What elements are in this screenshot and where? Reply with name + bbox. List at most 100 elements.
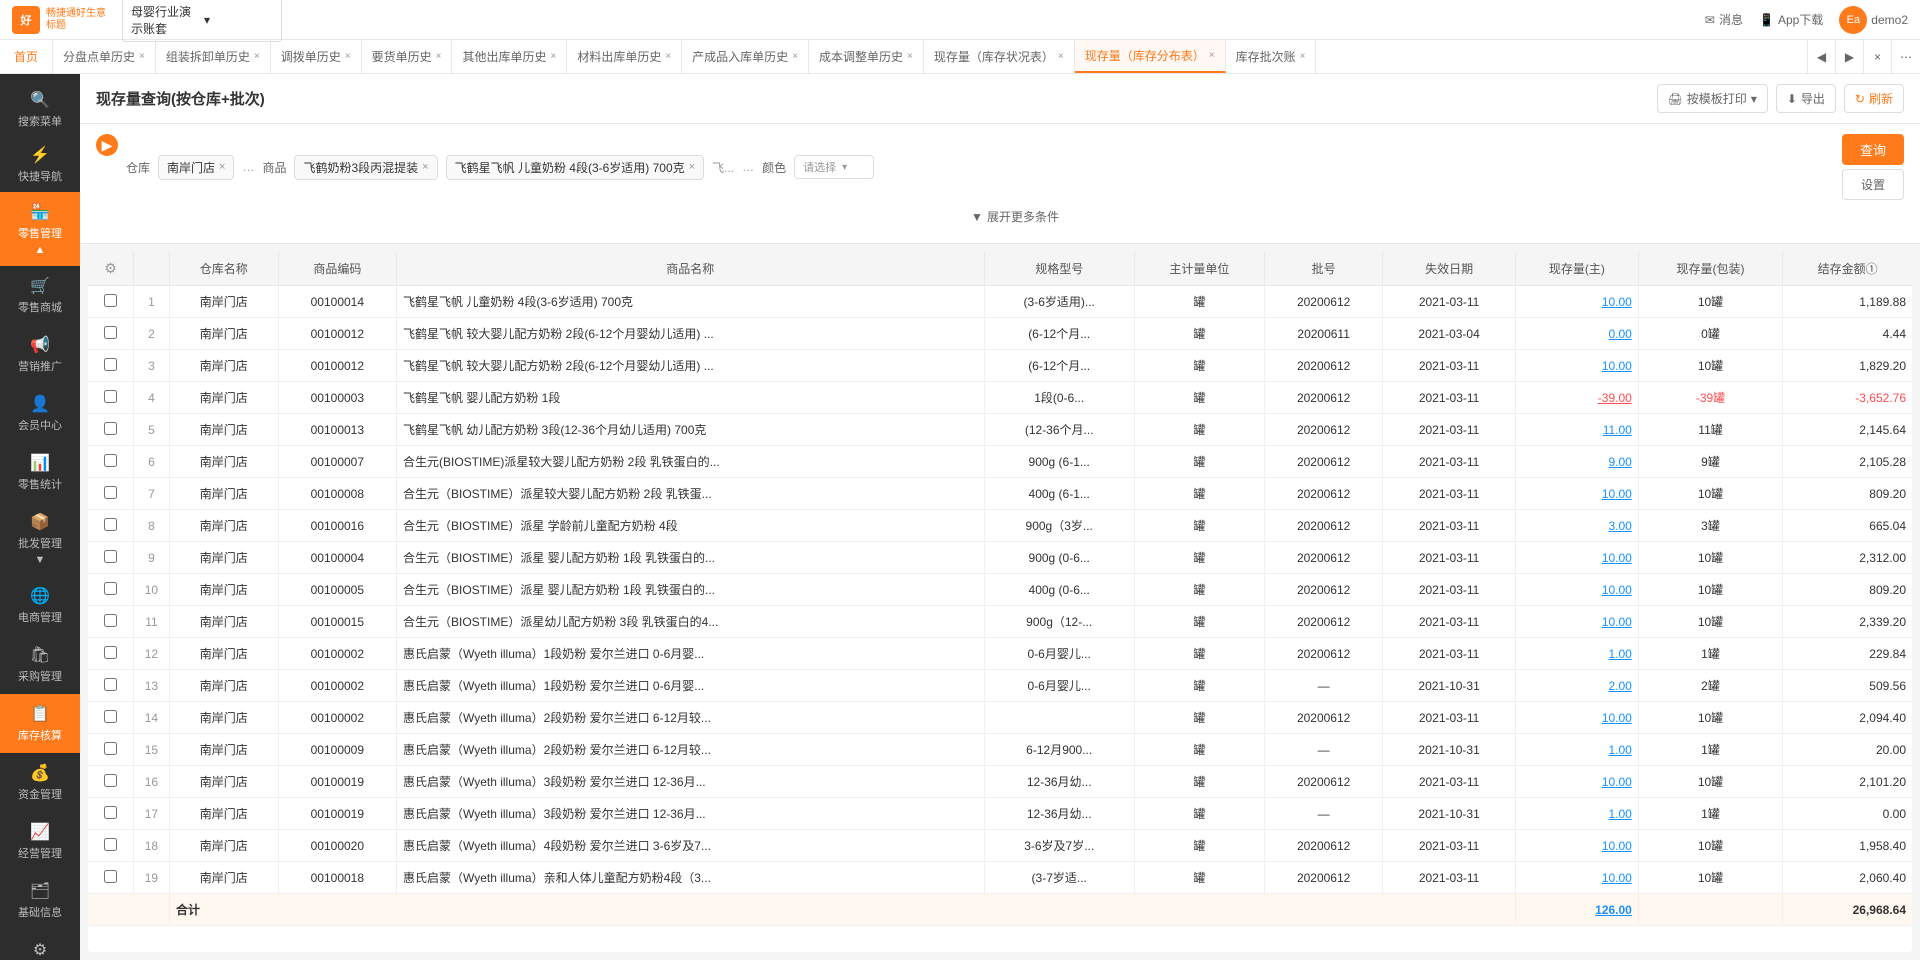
tab-close-all-btn[interactable]: ×	[1864, 40, 1892, 74]
row-stock-main[interactable]: 3.00	[1515, 510, 1638, 542]
tab-expand-btn[interactable]: ⋯	[1892, 40, 1920, 74]
tab-home[interactable]: 首页	[0, 40, 53, 73]
sidebar-item-marketing[interactable]: 📢 营销推广	[0, 325, 80, 384]
row-checkbox[interactable]	[88, 382, 133, 414]
tab-chancheng[interactable]: 产成品入库单历史 ×	[682, 40, 809, 73]
product-close-1[interactable]: ×	[689, 161, 695, 173]
row-checkbox[interactable]	[88, 350, 133, 382]
tab-close-7[interactable]: ×	[907, 51, 913, 62]
product-more[interactable]: 飞...	[712, 159, 734, 176]
tab-next-btn[interactable]: ▶	[1836, 40, 1864, 74]
row-checkbox[interactable]	[88, 414, 133, 446]
row-checkbox[interactable]	[88, 734, 133, 766]
row-checkbox[interactable]	[88, 542, 133, 574]
store-selector[interactable]: 母婴行业演示账套 ▾	[122, 0, 282, 42]
row-stock-main[interactable]: 10.00	[1515, 862, 1638, 894]
settings-btn[interactable]: 设置	[1842, 169, 1904, 200]
tab-close-2[interactable]: ×	[345, 51, 351, 62]
row-stock-main[interactable]: 1.00	[1515, 734, 1638, 766]
row-checkbox[interactable]	[88, 830, 133, 862]
row-stock-main[interactable]: 2.00	[1515, 670, 1638, 702]
sidebar-item-finance[interactable]: 💰 资金管理	[0, 753, 80, 812]
message-btn[interactable]: ✉ 消息	[1705, 11, 1743, 28]
row-checkbox[interactable]	[88, 478, 133, 510]
col-settings[interactable]: ⚙	[88, 252, 133, 286]
settings-icon[interactable]: ⚙	[104, 260, 117, 276]
row-stock-main[interactable]: 10.00	[1515, 702, 1638, 734]
warehouse-close-btn[interactable]: ×	[219, 161, 225, 173]
tab-close-10[interactable]: ×	[1300, 51, 1306, 62]
tab-cailiao[interactable]: 材料出库单历史 ×	[567, 40, 682, 73]
template-print-btn[interactable]: 🖨 按模板打印 ▾	[1657, 84, 1768, 113]
row-stock-main[interactable]: 11.00	[1515, 414, 1638, 446]
tab-zuzhangchaijian[interactable]: 组装拆卸单历史 ×	[156, 40, 271, 73]
product-close-0[interactable]: ×	[422, 161, 428, 173]
sidebar-item-wholesale[interactable]: 📦 批发管理 ▼	[0, 502, 80, 576]
app-download-btn[interactable]: 📱 App下载	[1759, 11, 1823, 28]
sidebar-item-retail-mall[interactable]: 🛒 零售商城	[0, 266, 80, 325]
row-stock-main[interactable]: 10.00	[1515, 478, 1638, 510]
row-checkbox[interactable]	[88, 766, 133, 798]
row-checkbox[interactable]	[88, 446, 133, 478]
row-checkbox[interactable]	[88, 638, 133, 670]
row-stock-main[interactable]: 10.00	[1515, 286, 1638, 318]
sidebar-item-inventory[interactable]: 📋 库存核算	[0, 694, 80, 753]
row-checkbox[interactable]	[88, 574, 133, 606]
sidebar-search[interactable]: 🔍 搜索菜单	[0, 82, 80, 137]
sidebar-item-base[interactable]: 🗂 基础信息	[0, 871, 80, 930]
tab-diaob[interactable]: 调拨单历史 ×	[271, 40, 362, 73]
row-checkbox[interactable]	[88, 670, 133, 702]
row-stock-main[interactable]: 10.00	[1515, 606, 1638, 638]
row-stock-main[interactable]: 10.00	[1515, 542, 1638, 574]
sidebar-item-system[interactable]: ⚙ 系统管理	[0, 930, 80, 960]
tab-close-5[interactable]: ×	[665, 51, 671, 62]
sidebar-item-ecommerce[interactable]: 🌐 电商管理	[0, 576, 80, 635]
sidebar-item-retail-mgmt[interactable]: 🏪 零售管理 ▲	[0, 192, 80, 266]
tab-qitachu[interactable]: 其他出库单历史 ×	[452, 40, 567, 73]
warehouse-tag[interactable]: 南岸门店 ×	[158, 155, 234, 180]
tab-kucun-dist[interactable]: 现存量（库存分布表） ×	[1075, 40, 1226, 73]
row-stock-main[interactable]: 10.00	[1515, 830, 1638, 862]
tab-kucun-status[interactable]: 现存量（库存状况表） ×	[924, 40, 1075, 73]
sidebar-quick-nav[interactable]: ⚡ 快捷导航	[0, 137, 80, 192]
tab-close-4[interactable]: ×	[550, 51, 556, 62]
row-checkbox[interactable]	[88, 318, 133, 350]
tab-close-8[interactable]: ×	[1058, 51, 1064, 62]
row-checkbox[interactable]	[88, 286, 133, 318]
user-menu[interactable]: Ea demo2	[1839, 6, 1908, 34]
tab-close-3[interactable]: ×	[436, 51, 442, 62]
tab-chengben[interactable]: 成本调整单历史 ×	[809, 40, 924, 73]
tab-prev-btn[interactable]: ◀	[1808, 40, 1836, 74]
row-stock-main[interactable]: 1.00	[1515, 638, 1638, 670]
toggle-filter-btn[interactable]: ▶	[96, 134, 118, 156]
tab-fenpan[interactable]: 分盘点单历史 ×	[53, 40, 156, 73]
tab-close-9[interactable]: ×	[1209, 50, 1215, 61]
product-tag-0[interactable]: 飞鹤奶粉3段丙混提装 ×	[294, 155, 437, 180]
row-checkbox[interactable]	[88, 862, 133, 894]
tab-close-1[interactable]: ×	[254, 51, 260, 62]
row-stock-main[interactable]: 9.00	[1515, 446, 1638, 478]
sidebar-item-ops[interactable]: 📈 经营管理	[0, 812, 80, 871]
tab-close-fenpan[interactable]: ×	[139, 51, 145, 62]
sidebar-item-purchase[interactable]: 🛍 采购管理	[0, 635, 80, 694]
tab-yaohuo[interactable]: 要货单历史 ×	[362, 40, 453, 73]
color-filter[interactable]: 请选择 ▾	[794, 155, 874, 179]
row-stock-main[interactable]: 10.00	[1515, 766, 1638, 798]
row-checkbox[interactable]	[88, 702, 133, 734]
row-stock-main[interactable]: 0.00	[1515, 318, 1638, 350]
expand-more-btn[interactable]: ▼ 展开更多条件	[971, 204, 1059, 229]
tab-kucun-batch[interactable]: 库存批次账 ×	[1226, 40, 1317, 73]
row-checkbox[interactable]	[88, 798, 133, 830]
export-btn[interactable]: ⬇ 导出	[1776, 84, 1836, 113]
sidebar-item-retail-stats[interactable]: 📊 零售统计	[0, 443, 80, 502]
tab-close-6[interactable]: ×	[792, 51, 798, 62]
product-tag-1[interactable]: 飞鹤星飞帆 儿童奶粉 4段(3-6岁适用) 700克 ×	[446, 155, 704, 180]
row-stock-main[interactable]: 1.00	[1515, 798, 1638, 830]
row-checkbox[interactable]	[88, 510, 133, 542]
row-stock-main[interactable]: 10.00	[1515, 350, 1638, 382]
row-checkbox[interactable]	[88, 606, 133, 638]
row-stock-main[interactable]: 10.00	[1515, 574, 1638, 606]
warehouse-ellipsis[interactable]: …	[242, 160, 254, 174]
query-btn[interactable]: 查询	[1842, 134, 1904, 165]
sidebar-item-member[interactable]: 👤 会员中心	[0, 384, 80, 443]
